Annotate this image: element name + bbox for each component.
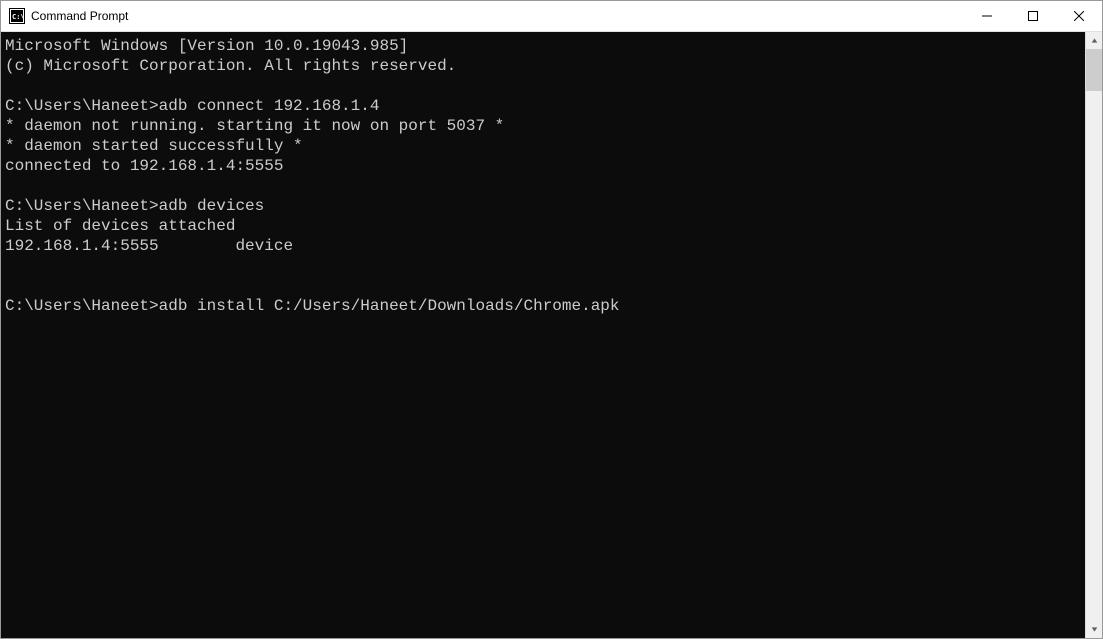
scroll-up-button[interactable]	[1086, 32, 1102, 49]
minimize-button[interactable]	[964, 1, 1010, 31]
content-wrapper: Microsoft Windows [Version 10.0.19043.98…	[1, 32, 1102, 638]
scrollbar-track[interactable]	[1086, 49, 1102, 621]
maximize-button[interactable]	[1010, 1, 1056, 31]
svg-text:C:\: C:\	[12, 13, 25, 21]
window-controls	[964, 1, 1102, 31]
window-titlebar[interactable]: C:\ Command Prompt	[1, 1, 1102, 32]
close-button[interactable]	[1056, 1, 1102, 31]
vertical-scrollbar[interactable]	[1085, 32, 1102, 638]
terminal-output[interactable]: Microsoft Windows [Version 10.0.19043.98…	[1, 32, 1085, 638]
scroll-down-button[interactable]	[1086, 621, 1102, 638]
window-title: Command Prompt	[31, 9, 128, 23]
scrollbar-thumb[interactable]	[1086, 49, 1102, 91]
app-icon: C:\	[9, 8, 25, 24]
